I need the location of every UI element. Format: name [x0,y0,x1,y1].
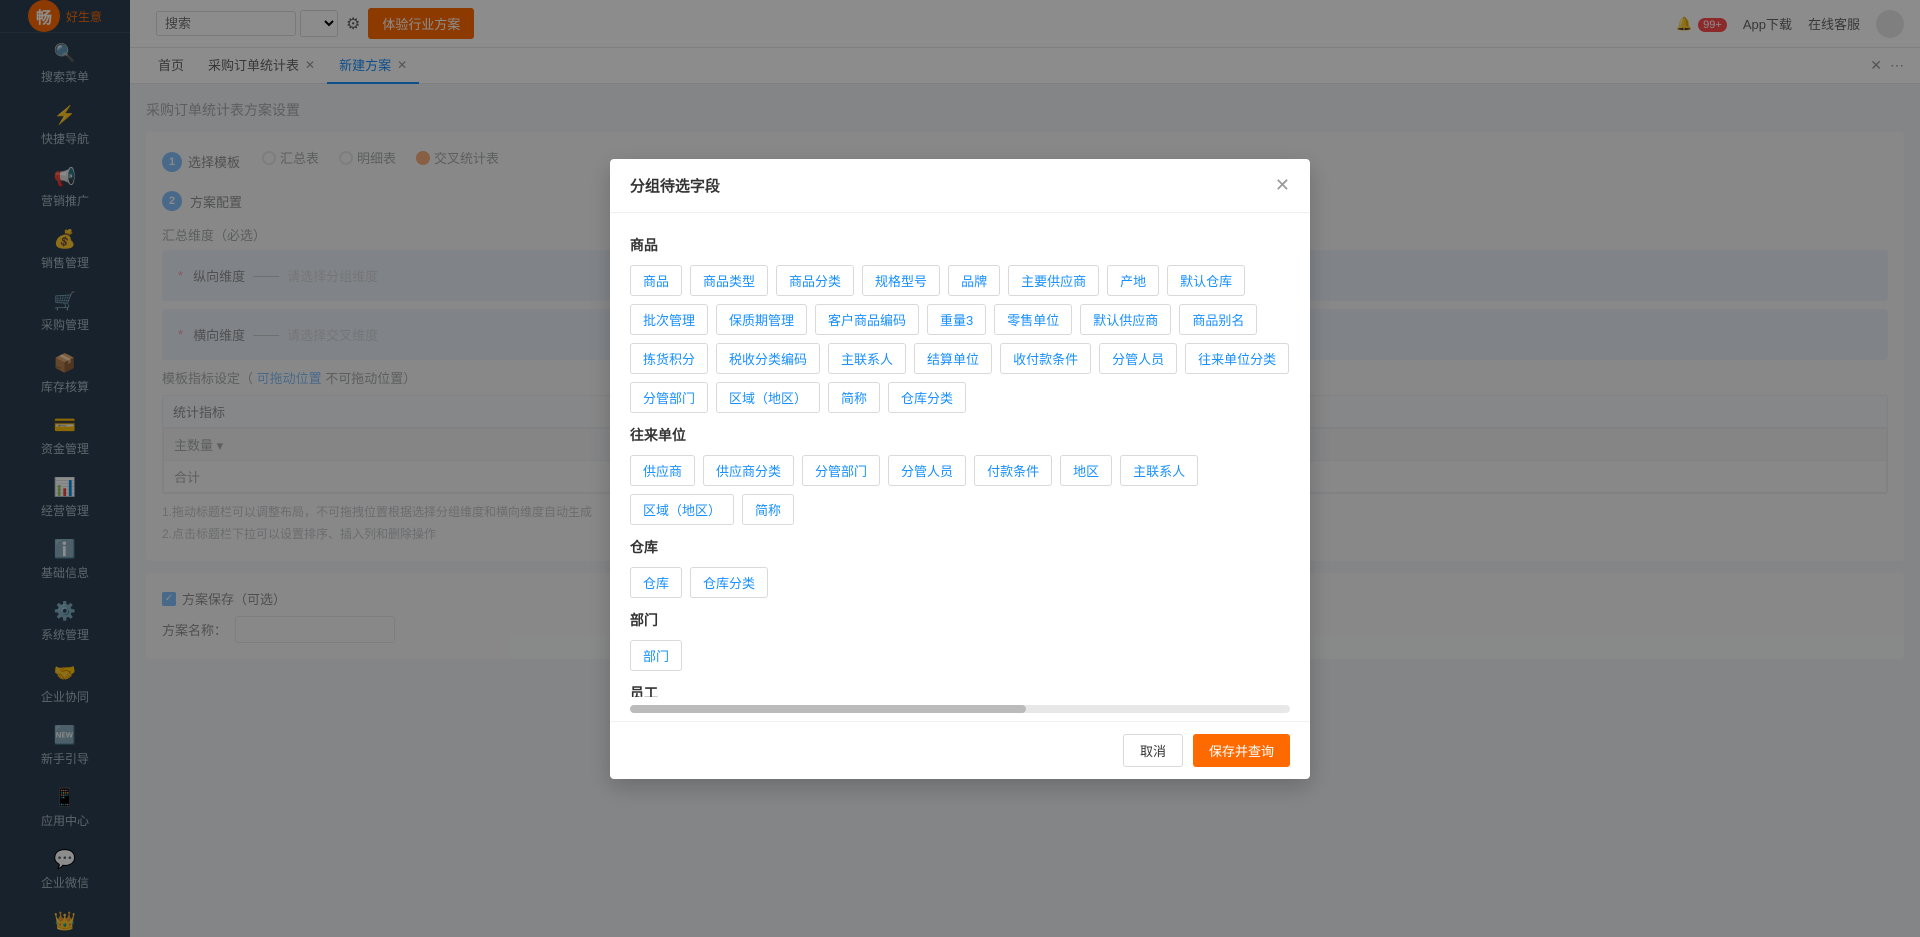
modal-section-1: 往来单位供应商供应商分类分管部门分管人员付款条件地区主联系人区域（地区） 简称 [630,425,1290,525]
field-group-3: 部门 [630,640,1290,671]
modal-section-0: 商品商品商品类型商品分类规格型号品牌主要供应商产地默认仓库批次管理保质期管理客户… [630,235,1290,413]
section-label-2: 仓库 [630,537,1290,557]
modal-overlay: 分组待选字段 ✕ 商品商品商品类型商品分类规格型号品牌主要供应商产地默认仓库批次… [0,0,1920,937]
field-tag-0-20[interactable]: 分管人员 [1099,343,1177,374]
section-label-4: 员工 [630,683,1290,697]
field-tag-2-1[interactable]: 仓库分类 [690,567,768,598]
field-tag-0-1[interactable]: 商品类型 [690,265,768,296]
modal-section-4: 员工业务员 [630,683,1290,697]
field-tag-0-18[interactable]: 结算单位 [914,343,992,374]
field-tag-0-23[interactable]: 区域（地区） [716,382,820,413]
field-tag-0-17[interactable]: 主联系人 [828,343,906,374]
field-tag-0-14[interactable]: 商品别名 [1179,304,1257,335]
field-tag-0-21[interactable]: 往来单位分类 [1185,343,1289,374]
cancel-button[interactable]: 取消 [1123,734,1183,767]
field-tag-2-0[interactable]: 仓库 [630,567,682,598]
field-tag-0-12[interactable]: 零售单位 [994,304,1072,335]
modal-header: 分组待选字段 ✕ [610,159,1310,213]
field-tag-0-9[interactable]: 保质期管理 [716,304,807,335]
scrollbar-thumb [630,705,1026,713]
modal-section-2: 仓库仓库仓库分类 [630,537,1290,598]
field-tag-3-0[interactable]: 部门 [630,640,682,671]
field-tag-0-7[interactable]: 默认仓库 [1167,265,1245,296]
field-selection-modal: 分组待选字段 ✕ 商品商品商品类型商品分类规格型号品牌主要供应商产地默认仓库批次… [610,159,1310,779]
field-tag-0-10[interactable]: 客户商品编码 [815,304,919,335]
field-tag-0-11[interactable]: 重量3 [927,304,986,335]
field-group-0: 商品商品类型商品分类规格型号品牌主要供应商产地默认仓库批次管理保质期管理客户商品… [630,265,1290,413]
section-label-3: 部门 [630,610,1290,630]
modal-footer: 取消 保存并查询 [610,721,1310,779]
field-tag-1-3[interactable]: 分管人员 [888,455,966,486]
field-tag-1-5[interactable]: 地区 [1060,455,1112,486]
field-tag-1-2[interactable]: 分管部门 [802,455,880,486]
field-tag-0-15[interactable]: 拣货积分 [630,343,708,374]
section-label-1: 往来单位 [630,425,1290,445]
field-tag-0-22[interactable]: 分管部门 [630,382,708,413]
field-tag-1-7[interactable]: 区域（地区） [630,494,734,525]
field-tag-0-0[interactable]: 商品 [630,265,682,296]
field-tag-0-2[interactable]: 商品分类 [776,265,854,296]
field-tag-0-4[interactable]: 品牌 [948,265,1000,296]
field-tag-0-8[interactable]: 批次管理 [630,304,708,335]
field-tag-0-19[interactable]: 收付款条件 [1000,343,1091,374]
modal-title: 分组待选字段 [630,175,720,196]
field-group-2: 仓库仓库分类 [630,567,1290,598]
field-tag-1-0[interactable]: 供应商 [630,455,695,486]
field-tag-1-4[interactable]: 付款条件 [974,455,1052,486]
field-tag-1-1[interactable]: 供应商分类 [703,455,794,486]
field-tag-0-3[interactable]: 规格型号 [862,265,940,296]
field-tag-0-6[interactable]: 产地 [1107,265,1159,296]
field-tag-0-24[interactable]: 简称 [828,382,880,413]
modal-body: 商品商品商品类型商品分类规格型号品牌主要供应商产地默认仓库批次管理保质期管理客户… [610,213,1310,697]
field-tag-0-5[interactable]: 主要供应商 [1008,265,1099,296]
field-tag-0-25[interactable]: 仓库分类 [888,382,966,413]
modal-section-3: 部门部门 [630,610,1290,671]
save-query-button[interactable]: 保存并查询 [1193,734,1290,767]
horizontal-scrollbar[interactable] [630,705,1290,713]
field-tag-1-8[interactable]: 简称 [742,494,794,525]
modal-close-button[interactable]: ✕ [1275,175,1290,196]
field-tag-0-16[interactable]: 税收分类编码 [716,343,820,374]
section-label-0: 商品 [630,235,1290,255]
field-group-1: 供应商供应商分类分管部门分管人员付款条件地区主联系人区域（地区） 简称 [630,455,1290,525]
field-tag-1-6[interactable]: 主联系人 [1120,455,1198,486]
field-tag-0-13[interactable]: 默认供应商 [1080,304,1171,335]
